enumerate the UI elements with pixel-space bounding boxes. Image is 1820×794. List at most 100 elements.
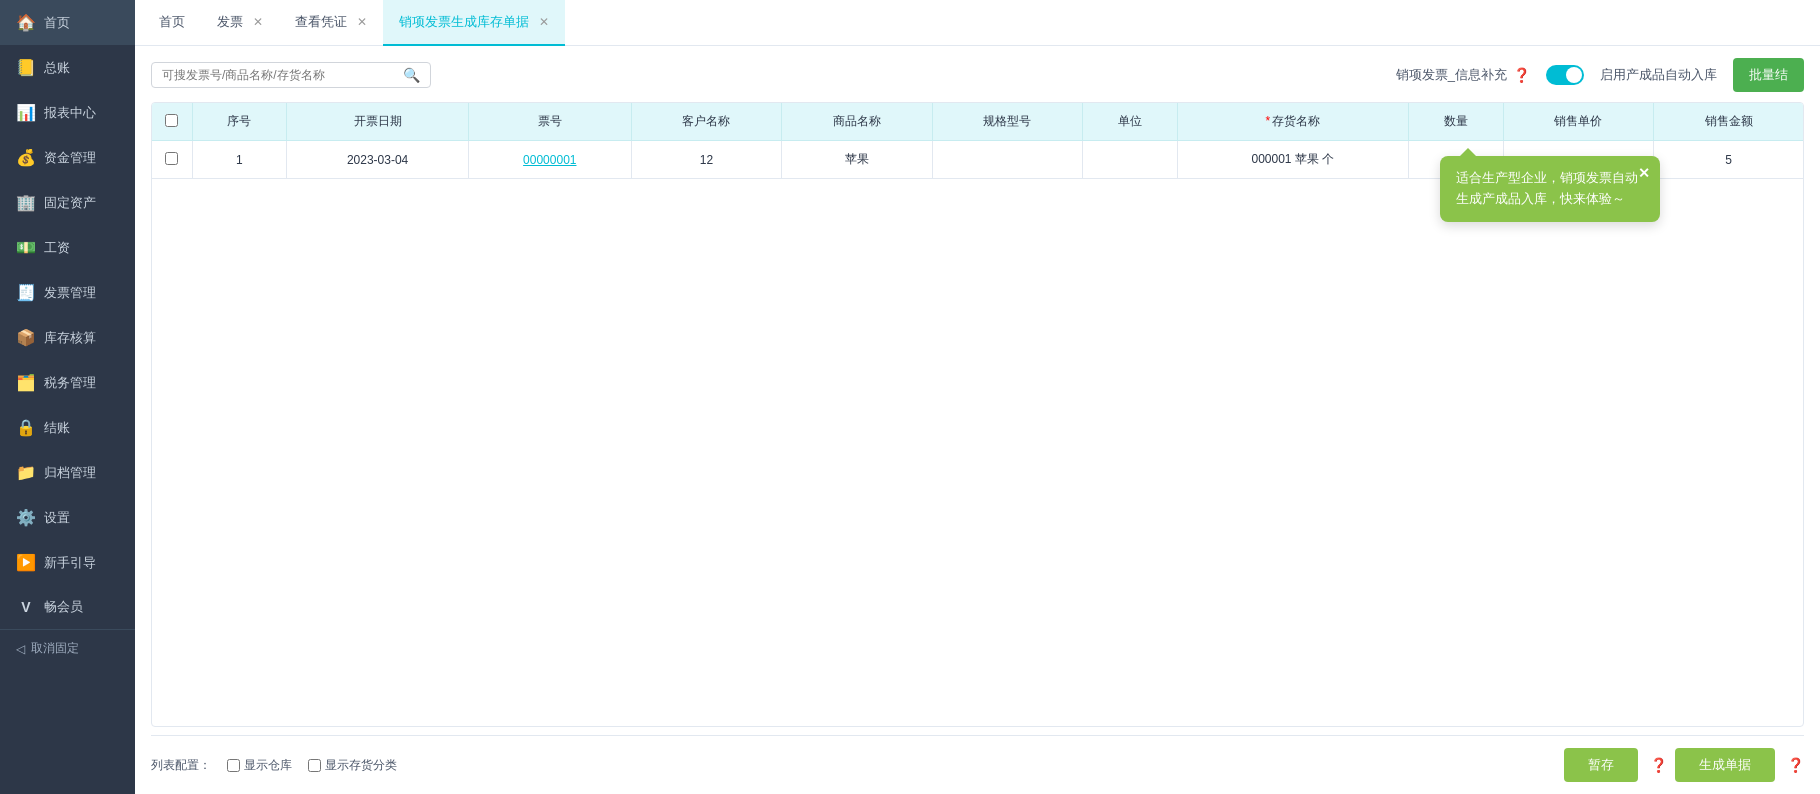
sidebar-item-ledger[interactable]: 📒 总账	[0, 45, 135, 90]
show-category-checkbox[interactable]	[308, 759, 321, 772]
col-spec: 规格型号	[932, 103, 1082, 141]
invoice-icon: 🧾	[16, 283, 36, 302]
tab-voucher[interactable]: 查看凭证 ✕	[279, 0, 383, 46]
col-product: 商品名称	[782, 103, 932, 141]
ledger-icon: 📒	[16, 58, 36, 77]
sidebar-item-label: 固定资产	[44, 194, 96, 212]
archive-icon: 📁	[16, 463, 36, 482]
tab-stock-label: 销项发票生成库存单据	[399, 13, 529, 31]
funds-icon: 💰	[16, 148, 36, 167]
sidebar-item-label: 工资	[44, 239, 70, 257]
col-checkbox	[152, 103, 192, 141]
tooltip-close-button[interactable]: ✕	[1638, 162, 1650, 184]
sidebar-item-label: 结账	[44, 419, 70, 437]
tooltip-text: 适合生产型企业，销项发票自动生成产成品入库，快来体验～	[1456, 170, 1638, 206]
sidebar-item-label: 资金管理	[44, 149, 96, 167]
tab-invoice-label: 发票	[217, 13, 243, 31]
sidebar-item-closing[interactable]: 🔒 结账	[0, 405, 135, 450]
assets-icon: 🏢	[16, 193, 36, 212]
guide-icon: ▶️	[16, 553, 36, 572]
cell-seq: 1	[192, 141, 287, 179]
tab-home[interactable]: 首页	[143, 0, 201, 46]
generate-help-icon[interactable]: ❓	[1787, 757, 1804, 773]
closing-icon: 🔒	[16, 418, 36, 437]
sidebar-item-label: 首页	[44, 14, 70, 32]
show-warehouse-label[interactable]: 显示仓库	[227, 757, 292, 774]
col-unit: 单位	[1083, 103, 1178, 141]
sidebar-pin[interactable]: ◁ 取消固定	[0, 629, 135, 667]
tab-invoice-close[interactable]: ✕	[253, 15, 263, 29]
sidebar-item-funds[interactable]: 💰 资金管理	[0, 135, 135, 180]
sidebar-item-label: 库存核算	[44, 329, 96, 347]
sidebar-item-home[interactable]: 🏠 首页	[0, 0, 135, 45]
sidebar-item-payroll[interactable]: 💵 工资	[0, 225, 135, 270]
tab-bar: 首页 发票 ✕ 查看凭证 ✕ 销项发票生成库存单据 ✕	[135, 0, 1820, 46]
col-customer: 客户名称	[631, 103, 781, 141]
col-amount: 销售金额	[1654, 103, 1803, 141]
cell-customer: 12	[631, 141, 781, 179]
cell-amount: 5	[1654, 141, 1803, 179]
col-number: 票号	[468, 103, 631, 141]
tab-stock-close[interactable]: ✕	[539, 15, 549, 29]
member-icon: V	[16, 599, 36, 615]
home-icon: 🏠	[16, 13, 36, 32]
sidebar-item-settings[interactable]: ⚙️ 设置	[0, 495, 135, 540]
sidebar-item-label: 设置	[44, 509, 70, 527]
tab-voucher-label: 查看凭证	[295, 13, 347, 31]
page-title-help-icon[interactable]: ❓	[1513, 67, 1530, 83]
tab-stock[interactable]: 销项发票生成库存单据 ✕	[383, 0, 565, 46]
main-area: 首页 发票 ✕ 查看凭证 ✕ 销项发票生成库存单据 ✕ 🔍 销项发票_信息补充 …	[135, 0, 1820, 794]
invoice-number-link[interactable]: 00000001	[523, 153, 576, 167]
col-inventory: *存货名称	[1177, 103, 1408, 141]
sidebar-item-label: 畅会员	[44, 598, 83, 616]
show-warehouse-checkbox[interactable]	[227, 759, 240, 772]
sidebar-item-label: 税务管理	[44, 374, 96, 392]
generate-button[interactable]: 生成单据	[1675, 748, 1775, 782]
sidebar-item-invoice[interactable]: 🧾 发票管理	[0, 270, 135, 315]
list-config: 列表配置： 显示仓库 显示存货分类	[151, 757, 397, 774]
save-help-icon[interactable]: ❓	[1650, 757, 1667, 773]
sidebar-item-archive[interactable]: 📁 归档管理	[0, 450, 135, 495]
cell-checkbox[interactable]	[152, 141, 192, 179]
show-category-text: 显示存货分类	[325, 757, 397, 774]
sidebar-item-tax[interactable]: 🗂️ 税务管理	[0, 360, 135, 405]
auto-import-toggle[interactable]	[1546, 65, 1584, 85]
sidebar-item-label: 新手引导	[44, 554, 96, 572]
col-seq: 序号	[192, 103, 287, 141]
settings-icon: ⚙️	[16, 508, 36, 527]
cell-unit	[1083, 141, 1178, 179]
sidebar-item-reports[interactable]: 📊 报表中心	[0, 90, 135, 135]
search-box[interactable]: 🔍	[151, 62, 431, 88]
tab-home-label: 首页	[159, 13, 185, 31]
toolbar: 🔍 销项发票_信息补充 ❓ 启用产成品自动入库 批量结	[151, 58, 1804, 92]
sidebar-item-inventory[interactable]: 📦 库存核算	[0, 315, 135, 360]
sidebar-item-assets[interactable]: 🏢 固定资产	[0, 180, 135, 225]
col-qty: 数量	[1408, 103, 1503, 141]
save-button[interactable]: 暂存	[1564, 748, 1638, 782]
page-title-label: 销项发票_信息补充 ❓	[1396, 66, 1530, 84]
select-all-checkbox[interactable]	[165, 114, 178, 127]
sidebar-item-label: 报表中心	[44, 104, 96, 122]
cell-number[interactable]: 00000001	[468, 141, 631, 179]
col-unit-price: 销售单价	[1503, 103, 1653, 141]
cell-inventory: 000001 苹果 个	[1177, 141, 1408, 179]
tab-invoice[interactable]: 发票 ✕	[201, 0, 279, 46]
sidebar-item-label: 归档管理	[44, 464, 96, 482]
sidebar-item-guide[interactable]: ▶️ 新手引导	[0, 540, 135, 585]
reports-icon: 📊	[16, 103, 36, 122]
cell-spec	[932, 141, 1082, 179]
sidebar-item-label: 总账	[44, 59, 70, 77]
cell-date: 2023-03-04	[287, 141, 468, 179]
row-checkbox[interactable]	[165, 152, 178, 165]
inventory-icon: 📦	[16, 328, 36, 347]
search-input[interactable]	[162, 68, 403, 82]
config-label: 列表配置：	[151, 757, 211, 774]
batch-button[interactable]: 批量结	[1733, 58, 1804, 92]
tab-voucher-close[interactable]: ✕	[357, 15, 367, 29]
show-warehouse-text: 显示仓库	[244, 757, 292, 774]
search-icon: 🔍	[403, 67, 420, 83]
pin-label: 取消固定	[31, 640, 79, 657]
sidebar-item-member[interactable]: V 畅会员	[0, 585, 135, 629]
show-category-label[interactable]: 显示存货分类	[308, 757, 397, 774]
content-area: 🔍 销项发票_信息补充 ❓ 启用产成品自动入库 批量结	[135, 46, 1820, 794]
